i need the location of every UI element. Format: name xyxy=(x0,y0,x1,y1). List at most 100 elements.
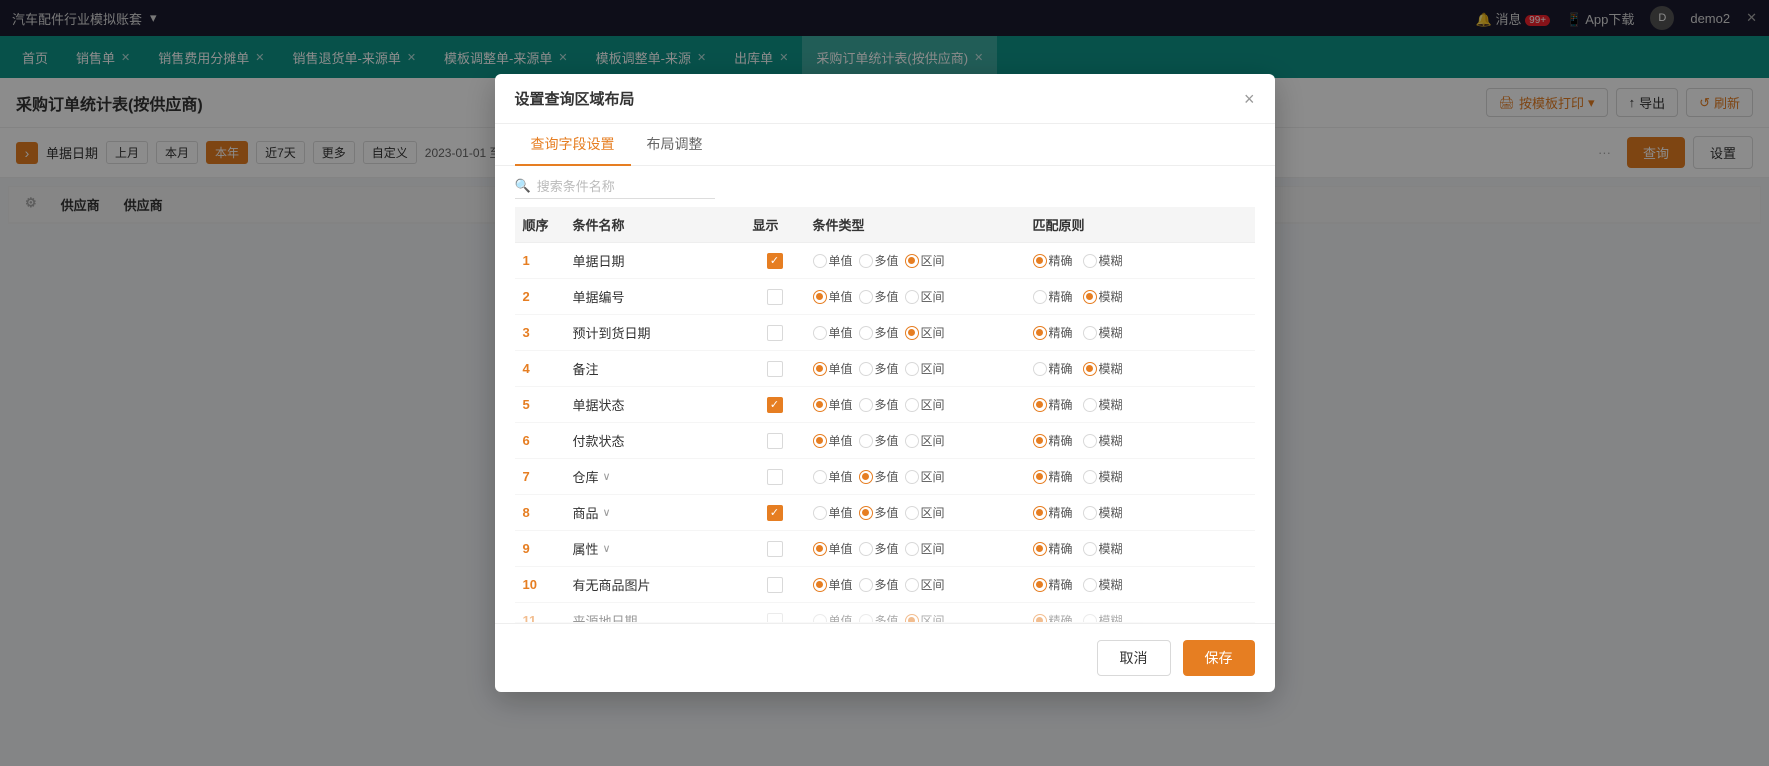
row-2-checkbox[interactable] xyxy=(767,289,783,305)
row-2-type-multi-radio[interactable] xyxy=(859,290,873,304)
row-7-match-exact-radio[interactable] xyxy=(1033,470,1047,484)
row-4-type-single[interactable]: 单值 xyxy=(813,360,857,377)
row-6-type-range[interactable]: 区间 xyxy=(905,432,949,449)
row-5-type-single[interactable]: 单值 xyxy=(813,396,857,413)
row-1-match-exact[interactable]: 精确 xyxy=(1033,252,1077,269)
row-8-match-fuzzy-radio[interactable] xyxy=(1083,506,1097,520)
row-7-type-multi-radio[interactable] xyxy=(859,470,873,484)
row-5-checkbox[interactable] xyxy=(767,397,783,413)
row-11-type-range[interactable]: 区间 xyxy=(905,612,949,623)
row-8-checkbox[interactable] xyxy=(767,505,783,521)
row-7-type-multi[interactable]: 多值 xyxy=(859,468,903,485)
row-5-type-range-radio[interactable] xyxy=(905,398,919,412)
row-3-type-single[interactable]: 单值 xyxy=(813,324,857,341)
row-5-match-fuzzy[interactable]: 模糊 xyxy=(1083,396,1127,413)
row-9-match-exact[interactable]: 精确 xyxy=(1033,540,1077,557)
row-11-type-multi[interactable]: 多值 xyxy=(859,612,903,623)
row-4-checkbox[interactable] xyxy=(767,361,783,377)
row-8-type-single-radio[interactable] xyxy=(813,506,827,520)
row-10-type-range[interactable]: 区间 xyxy=(905,576,949,593)
row-9-type-single-radio[interactable] xyxy=(813,542,827,556)
row-9-expand-icon[interactable]: ∨ xyxy=(603,542,611,555)
row-3-type-single-radio[interactable] xyxy=(813,326,827,340)
row-1-display[interactable] xyxy=(745,253,805,269)
row-8-match-fuzzy[interactable]: 模糊 xyxy=(1083,504,1127,521)
row-3-type-multi[interactable]: 多值 xyxy=(859,324,903,341)
row-10-match-exact[interactable]: 精确 xyxy=(1033,576,1077,593)
row-6-display[interactable] xyxy=(745,433,805,449)
row-6-type-multi-radio[interactable] xyxy=(859,434,873,448)
row-5-display[interactable] xyxy=(745,397,805,413)
row-10-type-single-radio[interactable] xyxy=(813,578,827,592)
row-4-match-exact[interactable]: 精确 xyxy=(1033,360,1077,377)
row-9-type-multi-radio[interactable] xyxy=(859,542,873,556)
row-10-match-fuzzy-radio[interactable] xyxy=(1083,578,1097,592)
row-7-match-fuzzy-radio[interactable] xyxy=(1083,470,1097,484)
row-5-type-range[interactable]: 区间 xyxy=(905,396,949,413)
search-input[interactable] xyxy=(537,179,697,194)
row-4-type-range-radio[interactable] xyxy=(905,362,919,376)
row-10-match-exact-radio[interactable] xyxy=(1033,578,1047,592)
row-10-type-multi[interactable]: 多值 xyxy=(859,576,903,593)
row-2-display[interactable] xyxy=(745,289,805,305)
row-7-type-single-radio[interactable] xyxy=(813,470,827,484)
row-5-match-exact-radio[interactable] xyxy=(1033,398,1047,412)
row-5-type-multi[interactable]: 多值 xyxy=(859,396,903,413)
row-11-match-fuzzy[interactable]: 模糊 xyxy=(1083,612,1127,623)
row-10-checkbox[interactable] xyxy=(767,577,783,593)
row-3-match-fuzzy-radio[interactable] xyxy=(1083,326,1097,340)
row-1-match-fuzzy[interactable]: 模糊 xyxy=(1083,252,1127,269)
row-10-type-range-radio[interactable] xyxy=(905,578,919,592)
row-8-type-range[interactable]: 区间 xyxy=(905,504,949,521)
row-8-display[interactable] xyxy=(745,505,805,521)
row-3-display[interactable] xyxy=(745,325,805,341)
row-8-type-range-radio[interactable] xyxy=(905,506,919,520)
row-11-display[interactable] xyxy=(745,613,805,624)
cancel-button[interactable]: 取消 xyxy=(1097,640,1171,676)
row-8-expand-icon[interactable]: ∨ xyxy=(603,506,611,519)
row-11-checkbox[interactable] xyxy=(767,613,783,624)
row-9-type-range-radio[interactable] xyxy=(905,542,919,556)
row-1-type-range[interactable]: 区间 xyxy=(905,252,949,269)
row-10-type-multi-radio[interactable] xyxy=(859,578,873,592)
row-8-match-exact[interactable]: 精确 xyxy=(1033,504,1077,521)
row-8-type-single[interactable]: 单值 xyxy=(813,504,857,521)
row-6-match-exact-radio[interactable] xyxy=(1033,434,1047,448)
row-1-type-single-radio[interactable] xyxy=(813,254,827,268)
save-button[interactable]: 保存 xyxy=(1183,640,1255,676)
row-9-type-range[interactable]: 区间 xyxy=(905,540,949,557)
row-6-type-multi[interactable]: 多值 xyxy=(859,432,903,449)
row-6-type-single[interactable]: 单值 xyxy=(813,432,857,449)
row-4-match-fuzzy-radio[interactable] xyxy=(1083,362,1097,376)
row-3-type-range-radio[interactable] xyxy=(905,326,919,340)
row-4-type-single-radio[interactable] xyxy=(813,362,827,376)
row-3-match-exact[interactable]: 精确 xyxy=(1033,324,1077,341)
row-9-display[interactable] xyxy=(745,541,805,557)
row-8-match-exact-radio[interactable] xyxy=(1033,506,1047,520)
row-5-type-single-radio[interactable] xyxy=(813,398,827,412)
tab-layout-adjust[interactable]: 布局调整 xyxy=(631,124,719,166)
row-5-match-exact[interactable]: 精确 xyxy=(1033,396,1077,413)
row-7-type-single[interactable]: 单值 xyxy=(813,468,857,485)
row-9-checkbox[interactable] xyxy=(767,541,783,557)
row-1-checkbox[interactable] xyxy=(767,253,783,269)
row-2-match-fuzzy[interactable]: 模糊 xyxy=(1083,288,1127,305)
row-1-type-single[interactable]: 单值 xyxy=(813,252,857,269)
row-7-checkbox[interactable] xyxy=(767,469,783,485)
row-1-type-range-radio[interactable] xyxy=(905,254,919,268)
row-9-match-exact-radio[interactable] xyxy=(1033,542,1047,556)
row-9-match-fuzzy-radio[interactable] xyxy=(1083,542,1097,556)
row-7-type-range-radio[interactable] xyxy=(905,470,919,484)
row-4-match-fuzzy[interactable]: 模糊 xyxy=(1083,360,1127,377)
row-11-match-exact[interactable]: 精确 xyxy=(1033,612,1077,623)
row-9-type-single[interactable]: 单值 xyxy=(813,540,857,557)
row-6-match-fuzzy-radio[interactable] xyxy=(1083,434,1097,448)
row-10-match-fuzzy[interactable]: 模糊 xyxy=(1083,576,1127,593)
row-8-type-multi[interactable]: 多值 xyxy=(859,504,903,521)
row-9-match-fuzzy[interactable]: 模糊 xyxy=(1083,540,1127,557)
row-10-display[interactable] xyxy=(745,577,805,593)
row-4-type-range[interactable]: 区间 xyxy=(905,360,949,377)
row-4-type-multi-radio[interactable] xyxy=(859,362,873,376)
row-6-match-exact[interactable]: 精确 xyxy=(1033,432,1077,449)
row-1-match-exact-radio[interactable] xyxy=(1033,254,1047,268)
